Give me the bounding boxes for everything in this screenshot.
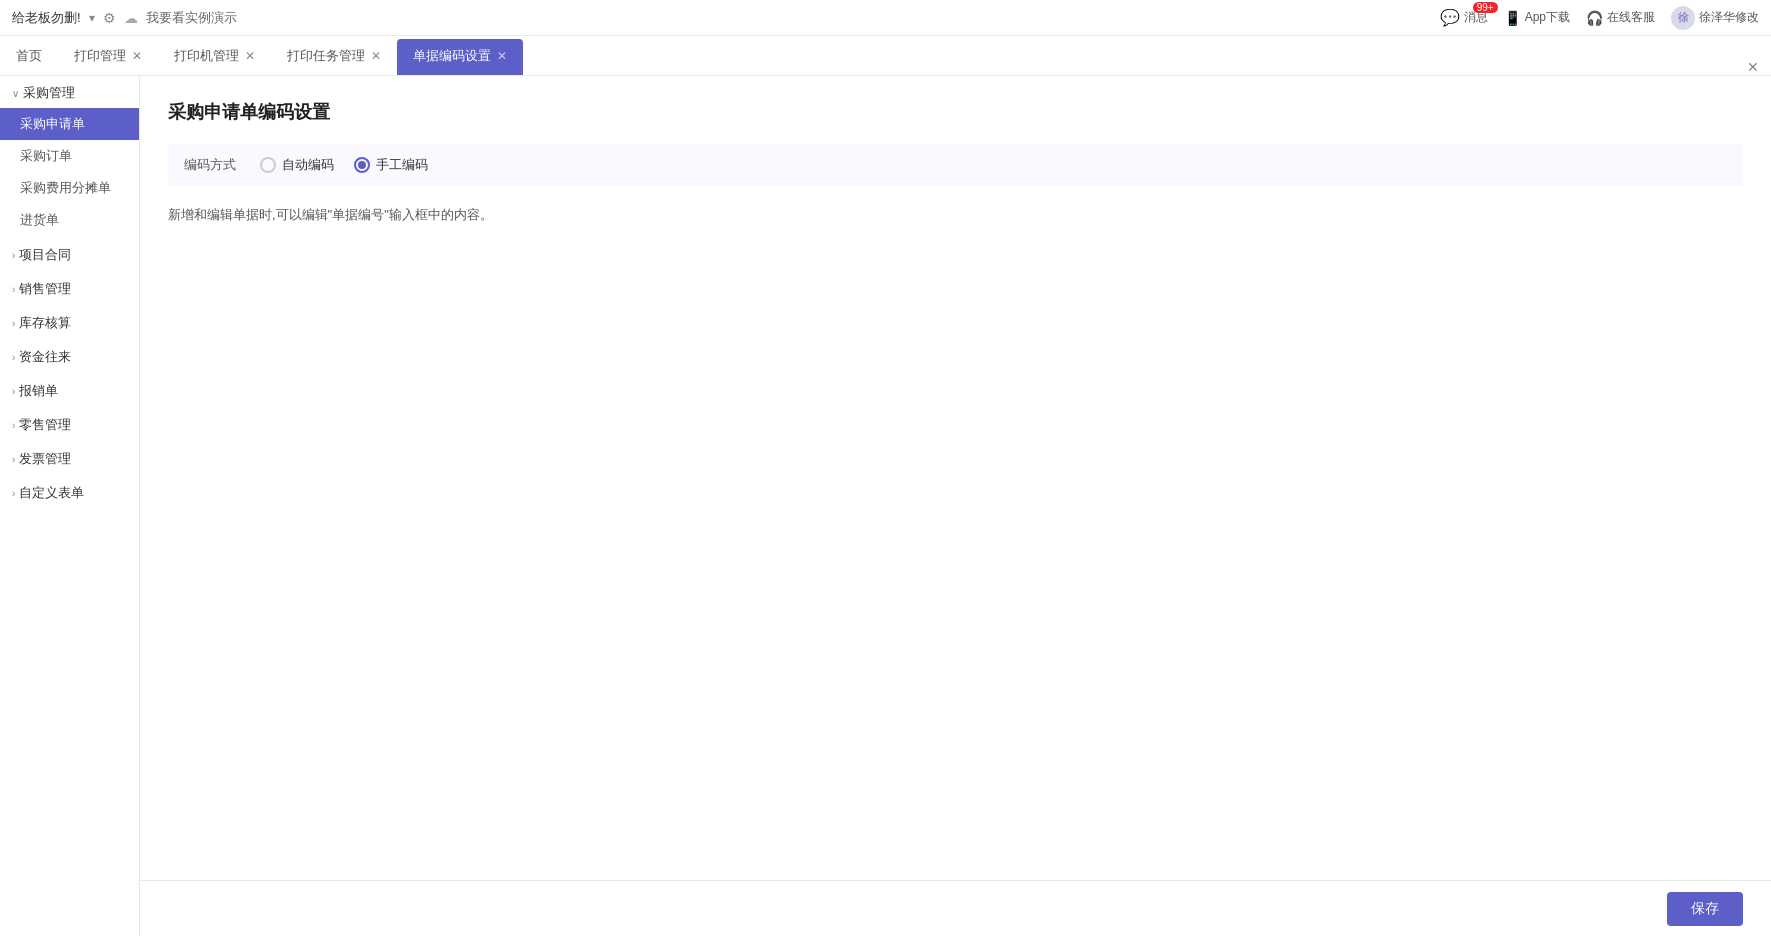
sidebar-item-purchase-receipt-label: 进货单 bbox=[20, 212, 59, 227]
chevron-right-icon-6: › bbox=[12, 420, 15, 431]
message-button[interactable]: 💬 消息 99+ bbox=[1440, 8, 1488, 27]
tab-print-mgmt[interactable]: 打印管理 ✕ bbox=[58, 39, 158, 75]
app-download-label: App下载 bbox=[1525, 9, 1570, 26]
chevron-down-icon: ∨ bbox=[12, 88, 19, 99]
encoding-label: 编码方式 bbox=[184, 156, 236, 174]
online-service-label: 在线客服 bbox=[1607, 9, 1655, 26]
sidebar-item-purchase-expense-label: 采购费用分摊单 bbox=[20, 180, 111, 195]
page-title: 采购申请单编码设置 bbox=[168, 100, 1743, 124]
app-download-icon: 📱 bbox=[1504, 10, 1521, 26]
sidebar-group-sales-mgmt-title[interactable]: › 销售管理 bbox=[0, 272, 139, 304]
sidebar-group-inventory-title[interactable]: › 库存核算 bbox=[0, 306, 139, 338]
top-bar-right: 💬 消息 99+ 📱 App下载 🎧 在线客服 徐 徐泽华修改 bbox=[1440, 6, 1759, 30]
sidebar-group-capital-flow: › 资金往来 bbox=[0, 340, 139, 372]
sidebar-group-custom-forms: › 自定义表单 bbox=[0, 476, 139, 508]
tab-print-task-mgmt-label: 打印任务管理 bbox=[287, 47, 365, 65]
sidebar-group-project-contract: › 项目合同 bbox=[0, 238, 139, 270]
demo-link[interactable]: 我要看实例演示 bbox=[146, 9, 237, 27]
sidebar-group-return-goods: › 报销单 bbox=[0, 374, 139, 406]
cloud-icon: ☁ bbox=[124, 10, 138, 26]
message-icon: 💬 bbox=[1440, 8, 1460, 27]
chevron-right-icon-8: › bbox=[12, 488, 15, 499]
message-badge: 99+ bbox=[1473, 2, 1498, 13]
sidebar-group-custom-forms-title[interactable]: › 自定义表单 bbox=[0, 476, 139, 508]
demo-link-text: 我要看实例演示 bbox=[146, 9, 237, 27]
sidebar-group-retail-mgmt-title[interactable]: › 零售管理 bbox=[0, 408, 139, 440]
tab-home-label: 首页 bbox=[16, 47, 42, 65]
sidebar-group-custom-forms-label: 自定义表单 bbox=[19, 484, 84, 502]
radio-group: 自动编码 手工编码 bbox=[260, 156, 428, 174]
chevron-right-icon: › bbox=[12, 250, 15, 261]
tab-single-code-settings-label: 单据编码设置 bbox=[413, 47, 491, 65]
sidebar-item-purchase-requisition[interactable]: 采购申请单 bbox=[0, 108, 139, 140]
chevron-right-icon-4: › bbox=[12, 352, 15, 363]
sidebar-item-purchase-expense[interactable]: 采购费用分摊单 bbox=[0, 172, 139, 204]
save-button[interactable]: 保存 bbox=[1667, 892, 1743, 926]
user-name: 徐泽华修改 bbox=[1699, 9, 1759, 26]
tab-print-mgmt-label: 打印管理 bbox=[74, 47, 126, 65]
chevron-right-icon-7: › bbox=[12, 454, 15, 465]
sidebar-group-return-goods-title[interactable]: › 报销单 bbox=[0, 374, 139, 406]
sidebar-group-return-goods-label: 报销单 bbox=[19, 382, 58, 400]
encoding-section: 编码方式 自动编码 手工编码 bbox=[168, 144, 1743, 186]
tab-printer-mgmt-label: 打印机管理 bbox=[174, 47, 239, 65]
tab-printer-mgmt[interactable]: 打印机管理 ✕ bbox=[158, 39, 271, 75]
radio-manual-code-circle bbox=[354, 157, 370, 173]
online-service-button[interactable]: 🎧 在线客服 bbox=[1586, 9, 1655, 26]
sidebar-group-purchase-mgmt-label: 采购管理 bbox=[23, 84, 75, 102]
close-all-icon: ✕ bbox=[1747, 59, 1759, 75]
radio-auto-code-label: 自动编码 bbox=[282, 156, 334, 174]
radio-manual-code[interactable]: 手工编码 bbox=[354, 156, 428, 174]
tab-bar-close-all[interactable]: ✕ bbox=[1735, 59, 1771, 75]
hint-text: 新增和编辑单据时,可以编辑"单据编号"输入框中的内容。 bbox=[168, 206, 1743, 224]
sidebar-group-invoice-mgmt: › 发票管理 bbox=[0, 442, 139, 474]
sidebar-group-purchase-mgmt-title[interactable]: ∨ 采购管理 bbox=[0, 76, 139, 108]
service-icon: 🎧 bbox=[1586, 10, 1603, 26]
chevron-right-icon-5: › bbox=[12, 386, 15, 397]
content-area: 采购申请单编码设置 编码方式 自动编码 手工编码 新增和编 bbox=[140, 76, 1771, 936]
sidebar-group-inventory: › 库存核算 bbox=[0, 306, 139, 338]
chevron-right-icon-2: › bbox=[12, 284, 15, 295]
sidebar-group-purchase-mgmt: ∨ 采购管理 采购申请单 采购订单 采购费用分摊单 进货单 bbox=[0, 76, 139, 236]
top-bar: 给老板勿删! ▾ ⚙ ☁ 我要看实例演示 💬 消息 99+ 📱 App下载 🎧 … bbox=[0, 0, 1771, 36]
sidebar-group-invoice-mgmt-label: 发票管理 bbox=[19, 450, 71, 468]
tab-single-code-settings-close[interactable]: ✕ bbox=[497, 49, 507, 63]
tab-print-task-mgmt[interactable]: 打印任务管理 ✕ bbox=[271, 39, 397, 75]
chevron-right-icon-3: › bbox=[12, 318, 15, 329]
tab-print-task-mgmt-close[interactable]: ✕ bbox=[371, 49, 381, 63]
sidebar-group-project-contract-title[interactable]: › 项目合同 bbox=[0, 238, 139, 270]
sidebar-item-purchase-requisition-label: 采购申请单 bbox=[20, 116, 85, 131]
sidebar-group-sales-mgmt: › 销售管理 bbox=[0, 272, 139, 304]
settings-icon[interactable]: ⚙ bbox=[103, 10, 116, 26]
radio-auto-code-circle bbox=[260, 157, 276, 173]
sidebar-group-invoice-mgmt-title[interactable]: › 发票管理 bbox=[0, 442, 139, 474]
sidebar-group-inventory-label: 库存核算 bbox=[19, 314, 71, 332]
top-bar-left: 给老板勿删! ▾ ⚙ ☁ 我要看实例演示 bbox=[12, 9, 1424, 27]
dropdown-icon[interactable]: ▾ bbox=[89, 11, 95, 25]
tab-bar: 首页 打印管理 ✕ 打印机管理 ✕ 打印任务管理 ✕ 单据编码设置 ✕ ✕ bbox=[0, 36, 1771, 76]
sidebar-item-purchase-order-label: 采购订单 bbox=[20, 148, 72, 163]
tab-printer-mgmt-close[interactable]: ✕ bbox=[245, 49, 255, 63]
sidebar-item-purchase-receipt[interactable]: 进货单 bbox=[0, 204, 139, 236]
user-profile[interactable]: 徐 徐泽华修改 bbox=[1671, 6, 1759, 30]
main-layout: ∨ 采购管理 采购申请单 采购订单 采购费用分摊单 进货单 › 项目合同 bbox=[0, 76, 1771, 936]
sidebar-group-retail-mgmt: › 零售管理 bbox=[0, 408, 139, 440]
sidebar: ∨ 采购管理 采购申请单 采购订单 采购费用分摊单 进货单 › 项目合同 bbox=[0, 76, 140, 936]
app-download-button[interactable]: 📱 App下载 bbox=[1504, 9, 1570, 26]
tab-single-code-settings[interactable]: 单据编码设置 ✕ bbox=[397, 39, 523, 75]
radio-manual-code-label: 手工编码 bbox=[376, 156, 428, 174]
content-inner: 采购申请单编码设置 编码方式 自动编码 手工编码 新增和编 bbox=[140, 76, 1771, 880]
sidebar-item-purchase-order[interactable]: 采购订单 bbox=[0, 140, 139, 172]
avatar: 徐 bbox=[1671, 6, 1695, 30]
tab-print-mgmt-close[interactable]: ✕ bbox=[132, 49, 142, 63]
sidebar-group-sales-mgmt-label: 销售管理 bbox=[19, 280, 71, 298]
app-title: 给老板勿删! bbox=[12, 9, 81, 27]
sidebar-group-capital-flow-label: 资金往来 bbox=[19, 348, 71, 366]
content-footer: 保存 bbox=[140, 880, 1771, 936]
sidebar-group-capital-flow-title[interactable]: › 资金往来 bbox=[0, 340, 139, 372]
tab-home[interactable]: 首页 bbox=[0, 39, 58, 75]
radio-auto-code[interactable]: 自动编码 bbox=[260, 156, 334, 174]
sidebar-group-project-contract-label: 项目合同 bbox=[19, 246, 71, 264]
sidebar-group-retail-mgmt-label: 零售管理 bbox=[19, 416, 71, 434]
